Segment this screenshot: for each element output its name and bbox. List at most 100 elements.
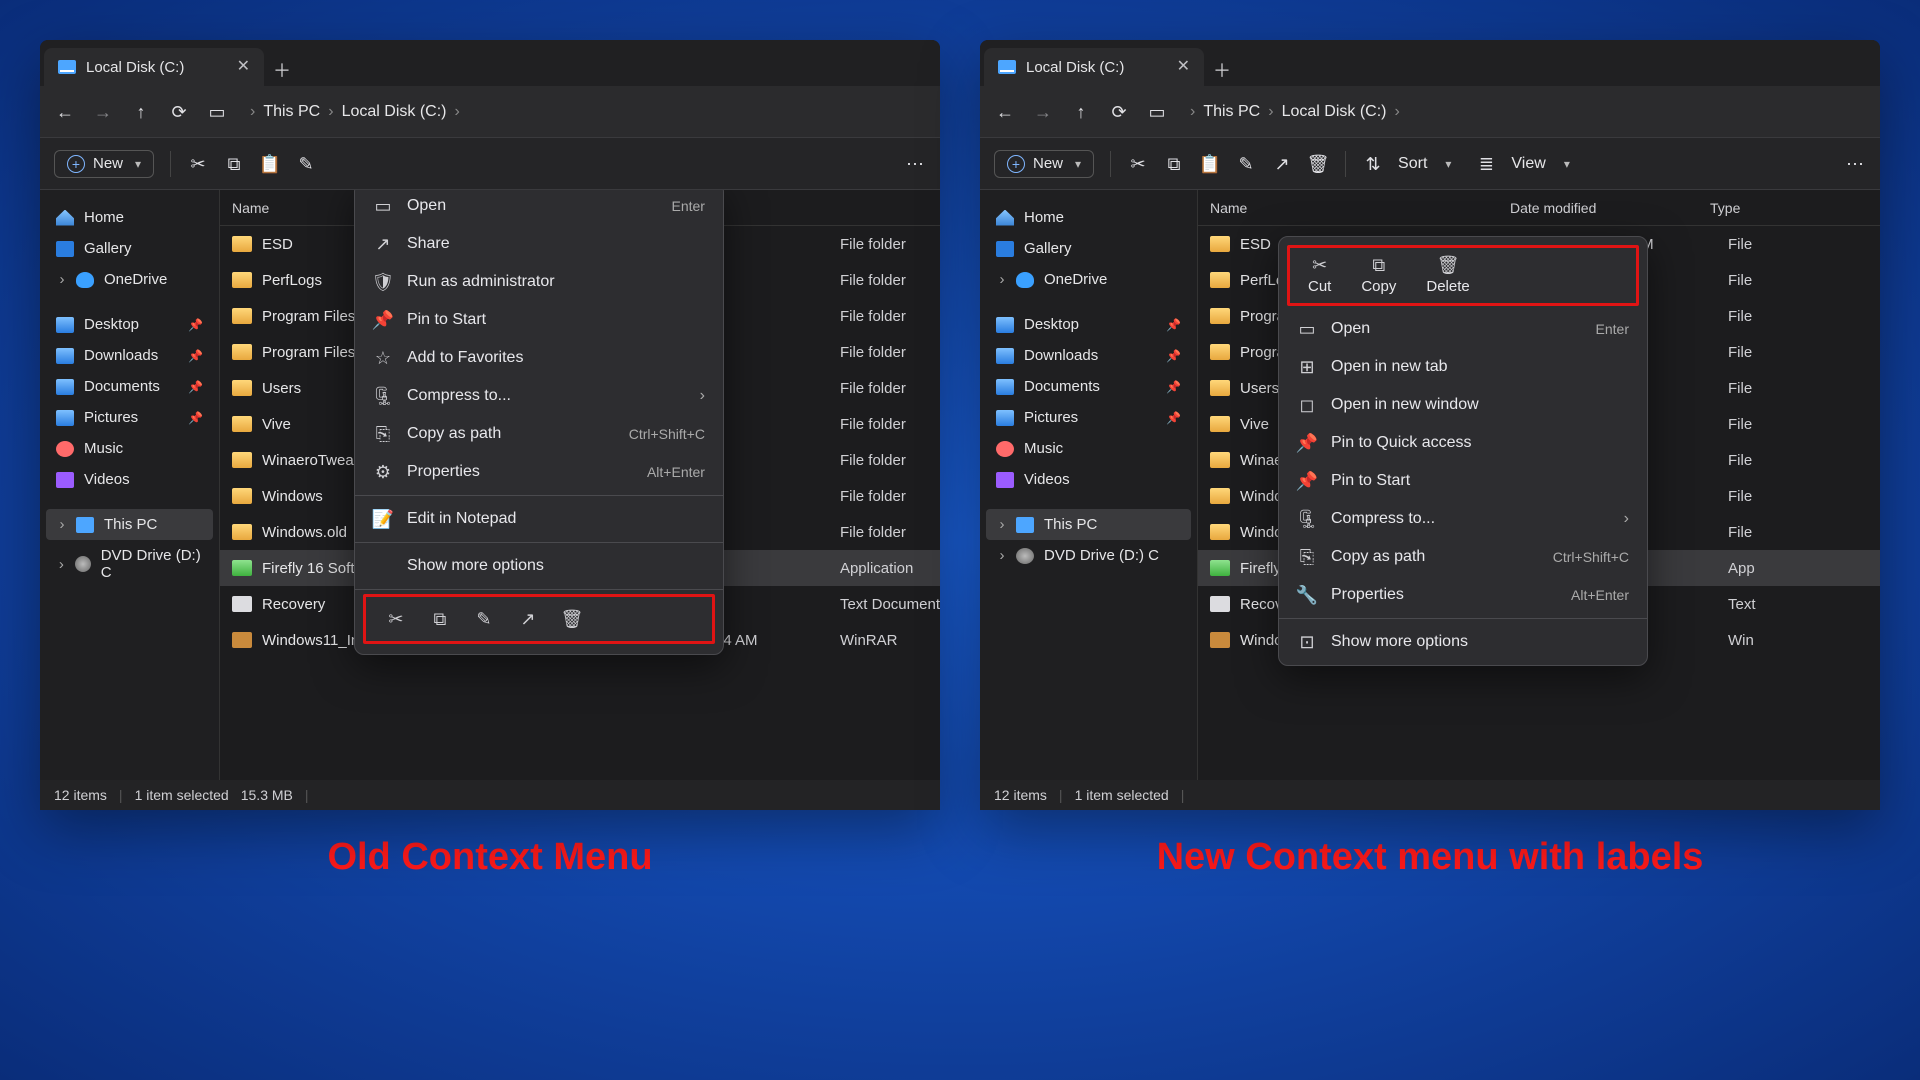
back-button[interactable]: ← bbox=[54, 101, 76, 123]
copy-icon[interactable]: ⧉ bbox=[428, 607, 452, 631]
sidebar-music[interactable]: Music bbox=[986, 433, 1191, 464]
file-type: Text Document bbox=[840, 596, 940, 613]
copy-button[interactable]: ⧉ bbox=[223, 153, 245, 175]
crumb-localdisk[interactable]: Local Disk (C:) bbox=[1282, 103, 1387, 121]
sidebar-music[interactable]: Music bbox=[46, 433, 213, 464]
more-button[interactable]: ⋯ bbox=[904, 153, 926, 175]
new-button[interactable]: + New ▾ bbox=[54, 150, 154, 178]
menu-properties[interactable]: ⚙PropertiesAlt+Enter bbox=[355, 453, 723, 491]
more-button[interactable]: ⋯ bbox=[1844, 153, 1866, 175]
sidebar-onedrive[interactable]: ›OneDrive bbox=[986, 264, 1191, 295]
menu-copy-path[interactable]: ⎘Copy as pathCtrl+Shift+C bbox=[355, 415, 723, 453]
sidebar-gallery[interactable]: Gallery bbox=[46, 233, 213, 264]
sidebar-documents[interactable]: Documents📌 bbox=[46, 371, 213, 402]
menu-open[interactable]: ▭OpenEnter bbox=[1279, 310, 1647, 348]
file-icon bbox=[1210, 344, 1230, 360]
crumb-localdisk[interactable]: Local Disk (C:) bbox=[342, 103, 447, 121]
menu-open[interactable]: ▭OpenEnter bbox=[355, 190, 723, 225]
menu-pin-start[interactable]: 📌Pin to Start bbox=[1279, 462, 1647, 500]
column-headers[interactable]: Name Date modified Type bbox=[1198, 190, 1880, 226]
menu-copy-path[interactable]: ⎘Copy as pathCtrl+Shift+C bbox=[1279, 538, 1647, 576]
crumb-thispc[interactable]: This PC bbox=[263, 103, 320, 121]
rename-button[interactable]: ✎ bbox=[1235, 153, 1257, 175]
new-tab-button[interactable]: ＋ bbox=[1204, 62, 1240, 86]
breadcrumb[interactable]: › This PC › Local Disk (C:) › bbox=[1190, 103, 1400, 121]
sidebar-this-pc[interactable]: ›This PC bbox=[46, 509, 213, 540]
menu-show-more[interactable]: Show more options bbox=[355, 547, 723, 585]
menu-open-new-tab[interactable]: ⊞Open in new tab bbox=[1279, 348, 1647, 386]
cut-button[interactable]: ✂ bbox=[1127, 153, 1149, 175]
file-type: File folder bbox=[840, 344, 940, 361]
tab-local-disk[interactable]: Local Disk (C:) ✕ bbox=[44, 48, 264, 86]
file-icon bbox=[1210, 560, 1230, 576]
refresh-button[interactable]: ⟳ bbox=[1108, 101, 1130, 123]
tab-local-disk[interactable]: Local Disk (C:) ✕ bbox=[984, 48, 1204, 86]
sidebar-dvd[interactable]: ›DVD Drive (D:) C bbox=[986, 540, 1191, 571]
pc-icon bbox=[1016, 517, 1034, 533]
view-label: View bbox=[1511, 155, 1545, 173]
sidebar-onedrive[interactable]: ›OneDrive bbox=[46, 264, 213, 295]
sidebar-documents[interactable]: Documents📌 bbox=[986, 371, 1191, 402]
sidebar-downloads[interactable]: Downloads📌 bbox=[986, 340, 1191, 371]
menu-share[interactable]: ↗Share bbox=[355, 225, 723, 263]
delete-icon[interactable]: 🗑 bbox=[560, 607, 584, 631]
share-icon[interactable]: ↗ bbox=[516, 607, 540, 631]
menu-pin-quick[interactable]: 📌Pin to Quick access bbox=[1279, 424, 1647, 462]
sidebar-desktop[interactable]: Desktop📌 bbox=[46, 309, 213, 340]
cut-icon[interactable]: ✂ bbox=[384, 607, 408, 631]
rename-icon[interactable]: ✎ bbox=[472, 607, 496, 631]
forward-button[interactable]: → bbox=[1032, 101, 1054, 123]
cut-action[interactable]: ✂Cut bbox=[1308, 256, 1331, 295]
crumb-thispc[interactable]: This PC bbox=[1203, 103, 1260, 121]
sidebar-this-pc[interactable]: ›This PC bbox=[986, 509, 1191, 540]
sidebar-desktop[interactable]: Desktop📌 bbox=[986, 309, 1191, 340]
refresh-button[interactable]: ⟳ bbox=[168, 101, 190, 123]
close-tab-button[interactable]: ✕ bbox=[237, 59, 250, 75]
copy-button[interactable]: ⧉ bbox=[1163, 153, 1185, 175]
sidebar-pictures[interactable]: Pictures📌 bbox=[46, 402, 213, 433]
view-button[interactable]: ≣ bbox=[1475, 153, 1497, 175]
new-tab-button[interactable]: ＋ bbox=[264, 62, 300, 86]
sidebar-home[interactable]: Home bbox=[46, 202, 213, 233]
menu-properties[interactable]: 🔧PropertiesAlt+Enter bbox=[1279, 576, 1647, 614]
menu-run-admin[interactable]: 🛡Run as administrator bbox=[355, 263, 723, 301]
sidebar-dvd[interactable]: ›DVD Drive (D:) C bbox=[46, 540, 213, 588]
sidebar-downloads[interactable]: Downloads📌 bbox=[46, 340, 213, 371]
sort-button[interactable]: ⇅ bbox=[1362, 153, 1384, 175]
video-icon bbox=[996, 472, 1014, 488]
delete-action[interactable]: 🗑Delete bbox=[1426, 256, 1469, 295]
back-button[interactable]: ← bbox=[994, 101, 1016, 123]
forward-button[interactable]: → bbox=[92, 101, 114, 123]
up-button[interactable]: ↑ bbox=[130, 101, 152, 123]
menu-compress[interactable]: 🗜Compress to...› bbox=[1279, 500, 1647, 538]
menu-add-favorites[interactable]: ☆Add to Favorites bbox=[355, 339, 723, 377]
cut-button[interactable]: ✂ bbox=[187, 153, 209, 175]
sidebar-gallery[interactable]: Gallery bbox=[986, 233, 1191, 264]
sidebar-videos[interactable]: Videos bbox=[46, 464, 213, 495]
col-type[interactable]: Type bbox=[1710, 200, 1880, 216]
copy-action[interactable]: ⧉Copy bbox=[1361, 256, 1396, 295]
menu-show-more[interactable]: ⊡Show more options bbox=[1279, 623, 1647, 661]
folder-icon bbox=[56, 379, 74, 395]
sidebar-pictures[interactable]: Pictures📌 bbox=[986, 402, 1191, 433]
sidebar-home[interactable]: Home bbox=[986, 202, 1191, 233]
new-button[interactable]: + New ▾ bbox=[994, 150, 1094, 178]
close-tab-button[interactable]: ✕ bbox=[1177, 59, 1190, 75]
menu-open-new-window[interactable]: ◻Open in new window bbox=[1279, 386, 1647, 424]
status-size: 15.3 MB bbox=[241, 787, 293, 803]
menu-edit-notepad[interactable]: 📝Edit in Notepad bbox=[355, 500, 723, 538]
share-icon: ↗ bbox=[373, 234, 393, 254]
breadcrumb[interactable]: › This PC › Local Disk (C:) › bbox=[250, 103, 460, 121]
col-date[interactable]: Date modified bbox=[1510, 200, 1710, 216]
paste-button[interactable]: 📋 bbox=[1199, 153, 1221, 175]
sidebar-videos[interactable]: Videos bbox=[986, 464, 1191, 495]
delete-button[interactable]: 🗑 bbox=[1307, 153, 1329, 175]
rename-button[interactable]: ✎ bbox=[295, 153, 317, 175]
plus-icon: + bbox=[1007, 155, 1025, 173]
menu-pin-start[interactable]: 📌Pin to Start bbox=[355, 301, 723, 339]
up-button[interactable]: ↑ bbox=[1070, 101, 1092, 123]
menu-compress[interactable]: 🗜Compress to...› bbox=[355, 377, 723, 415]
col-name[interactable]: Name bbox=[1210, 200, 1510, 216]
share-button[interactable]: ↗ bbox=[1271, 153, 1293, 175]
paste-button[interactable]: 📋 bbox=[259, 153, 281, 175]
